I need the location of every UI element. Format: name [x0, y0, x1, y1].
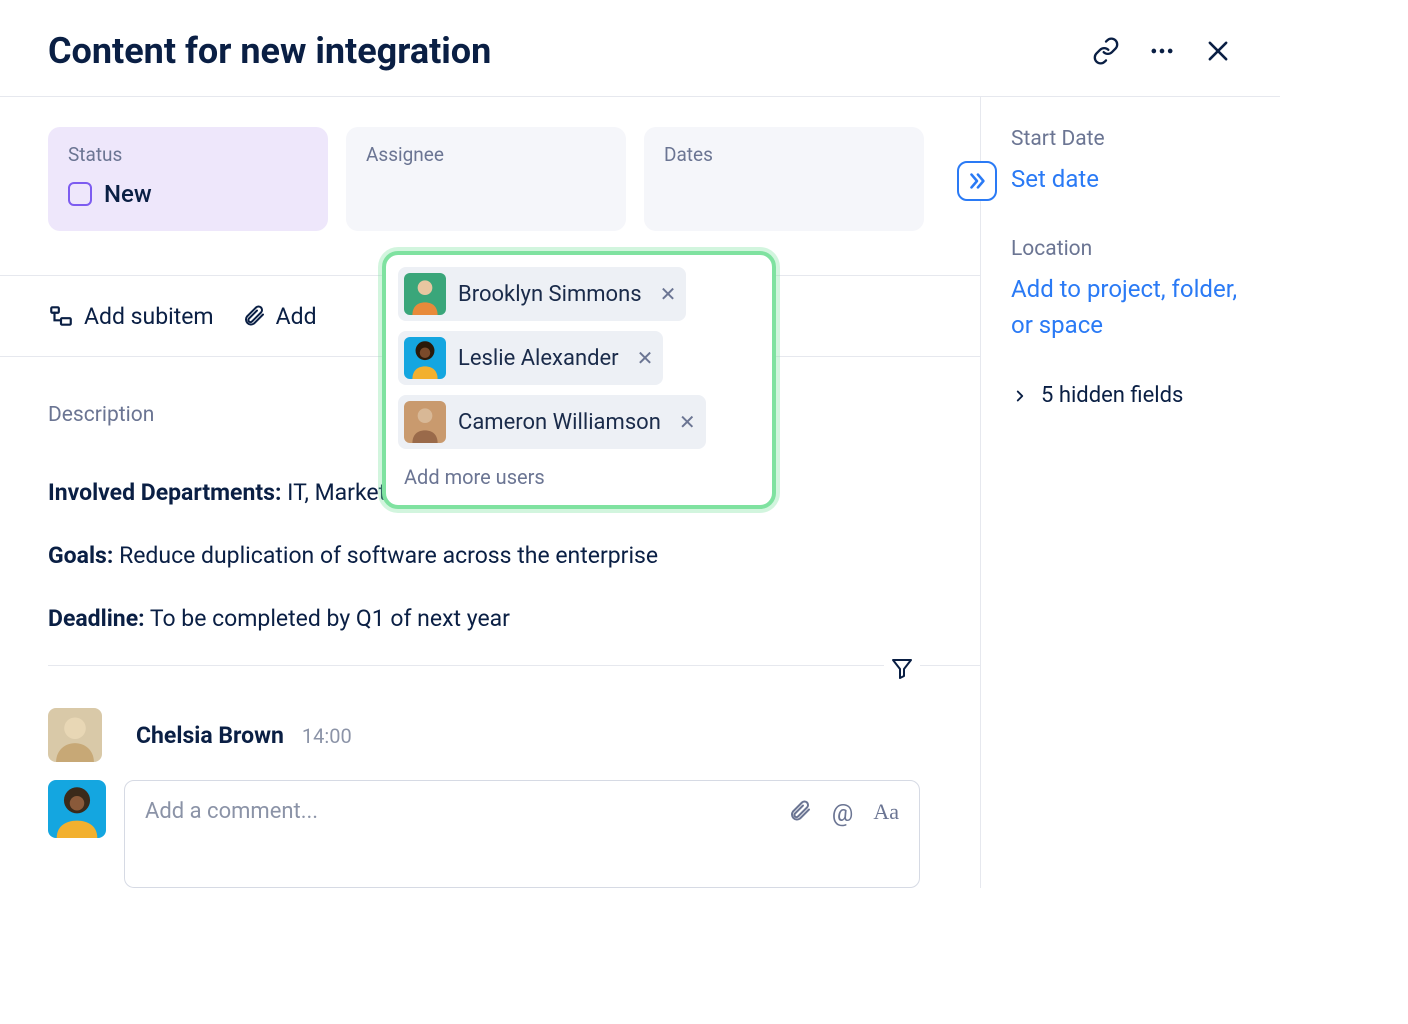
expand-panel-button[interactable] [957, 161, 997, 201]
add-attachment-label: Add [276, 303, 317, 330]
section-divider [48, 665, 980, 666]
assignee-name: Cameron Williamson [458, 410, 661, 435]
assignee-popup: Brooklyn Simmons ✕ Leslie Alexander ✕ Ca… [382, 251, 776, 509]
header: Content for new integration [0, 0, 1280, 97]
start-date-label: Start Date [1011, 127, 1240, 151]
status-checkbox-icon[interactable] [68, 182, 92, 206]
add-subitem-button[interactable]: Add subitem [48, 303, 214, 330]
remove-assignee-icon[interactable]: ✕ [679, 410, 696, 434]
page-title: Content for new integration [48, 30, 491, 72]
comment-time: 14:00 [302, 724, 352, 748]
field-cards: Status New Assignee Dates [48, 127, 980, 231]
right-panel: Start Date Set date Location Add to proj… [980, 97, 1280, 888]
close-icon[interactable] [1204, 37, 1232, 65]
set-date-link[interactable]: Set date [1011, 161, 1240, 197]
hidden-fields-toggle[interactable]: 5 hidden fields [1011, 383, 1240, 408]
comments-section: Chelsia Brown 14:00 Add a comment... @ A… [48, 708, 980, 888]
link-icon[interactable] [1092, 37, 1120, 65]
deadline-label: Deadline: [48, 605, 145, 632]
comment-placeholder: Add a comment... [145, 799, 318, 869]
more-icon[interactable] [1148, 37, 1176, 65]
format-icon[interactable]: Aa [873, 799, 899, 825]
hidden-fields-label: 5 hidden fields [1041, 383, 1183, 408]
assignee-name: Leslie Alexander [458, 346, 619, 371]
deadline-value: To be completed by Q1 of next year [145, 605, 510, 632]
remove-assignee-icon[interactable]: ✕ [660, 282, 677, 306]
comment-actions: @ Aa [788, 799, 899, 869]
add-subitem-label: Add subitem [84, 303, 214, 330]
assignee-chip: Cameron Williamson ✕ [398, 395, 706, 449]
location-link[interactable]: Add to project, folder, or space [1011, 271, 1240, 343]
comment-input-row: Add a comment... @ Aa [48, 780, 980, 888]
comment-input[interactable]: Add a comment... @ Aa [124, 780, 920, 888]
remove-assignee-icon[interactable]: ✕ [637, 346, 654, 370]
avatar [404, 337, 446, 379]
dates-label: Dates [664, 143, 904, 166]
assignee-label: Assignee [366, 143, 606, 166]
assignee-chip: Leslie Alexander ✕ [398, 331, 663, 385]
location-block: Location Add to project, folder, or spac… [1011, 237, 1240, 343]
start-date-block: Start Date Set date [1011, 127, 1240, 197]
avatar [48, 708, 102, 762]
header-actions [1092, 37, 1232, 65]
avatar [48, 780, 106, 838]
assignee-name: Brooklyn Simmons [458, 282, 642, 307]
dates-card[interactable]: Dates [644, 127, 924, 231]
location-label: Location [1011, 237, 1240, 261]
main: Status New Assignee Dates Add subitem Ad… [0, 97, 1280, 888]
status-card[interactable]: Status New [48, 127, 328, 231]
comment-author: Chelsia Brown [136, 722, 284, 749]
avatar [404, 273, 446, 315]
goals-value: Reduce duplication of software across th… [113, 542, 658, 569]
status-label: Status [68, 143, 308, 166]
involved-label: Involved Departments: [48, 479, 281, 506]
filter-icon[interactable] [884, 656, 920, 680]
comment-header: Chelsia Brown 14:00 [48, 708, 980, 762]
status-value: New [104, 180, 152, 208]
add-attachment-button[interactable]: Add [242, 303, 317, 330]
assignee-chip: Brooklyn Simmons ✕ [398, 267, 686, 321]
attachment-icon[interactable] [788, 799, 812, 823]
add-more-users-link[interactable]: Add more users [398, 459, 760, 493]
goals-label: Goals: [48, 542, 113, 569]
avatar [404, 401, 446, 443]
assignee-card[interactable]: Assignee [346, 127, 626, 231]
mention-icon[interactable]: @ [832, 799, 854, 827]
